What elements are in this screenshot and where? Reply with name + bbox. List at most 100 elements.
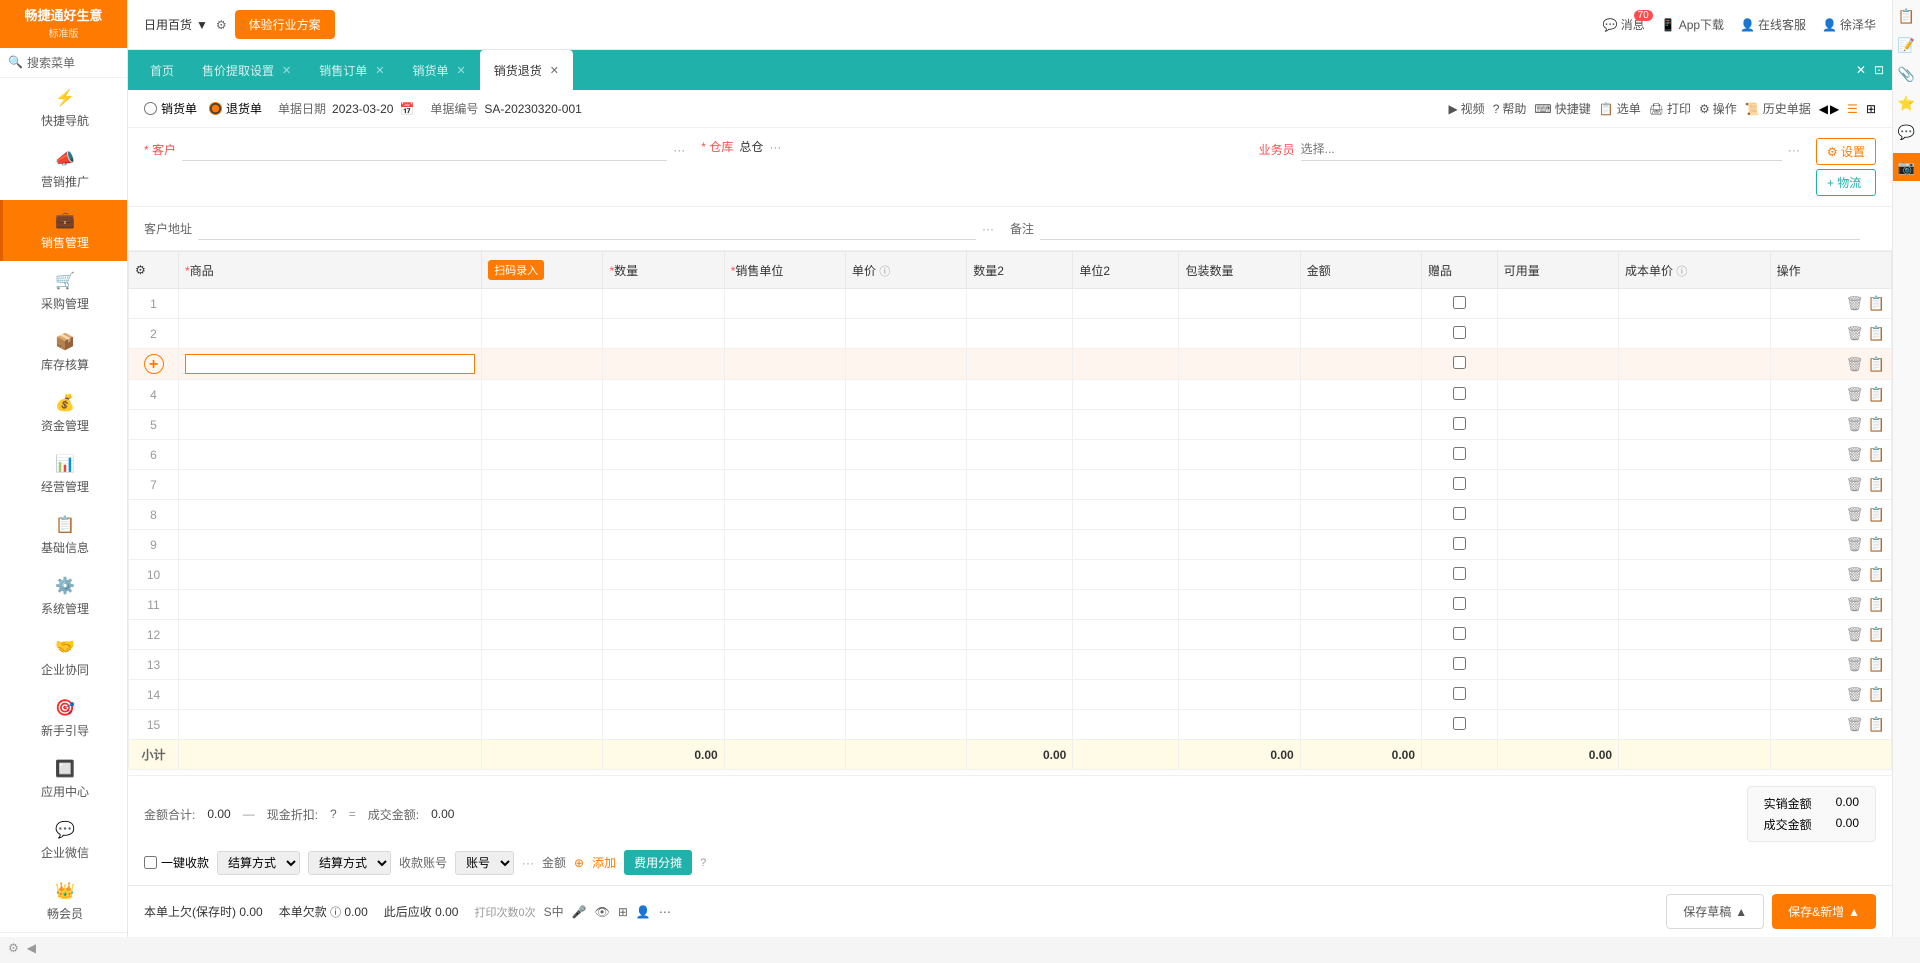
available-cell[interactable] <box>1497 680 1618 710</box>
eye-icon[interactable]: 👁 <box>595 905 610 919</box>
list-view-icon[interactable]: ⊞ <box>1866 102 1876 116</box>
gift-checkbox[interactable] <box>1453 296 1466 309</box>
unit-price-cell[interactable] <box>845 440 966 470</box>
copy-row-btn[interactable]: 📋 <box>1868 295 1885 312</box>
copy-row-btn[interactable]: 📋 <box>1868 416 1885 433</box>
gift-cell[interactable] <box>1422 380 1498 410</box>
unit-price-cell[interactable] <box>845 620 966 650</box>
draft-dropdown-icon[interactable]: ▲ <box>1735 905 1747 919</box>
shortcut-btn[interactable]: ⌨ 快捷键 <box>1534 100 1590 117</box>
sales-unit-cell[interactable] <box>724 470 845 500</box>
gift-checkbox[interactable] <box>1453 447 1466 460</box>
qty-cell[interactable] <box>603 470 724 500</box>
delete-row-btn[interactable]: 🗑 <box>1846 716 1864 733</box>
amount-cell[interactable] <box>1300 319 1421 349</box>
available-cell[interactable] <box>1497 530 1618 560</box>
unit-price-cell[interactable] <box>845 500 966 530</box>
copy-row-btn[interactable]: 📋 <box>1868 446 1885 463</box>
sidebar-item-purchase[interactable]: 🛒 采购管理 <box>0 261 127 322</box>
qty-cell[interactable] <box>603 650 724 680</box>
cost-unit-cell[interactable] <box>1619 680 1771 710</box>
account-select[interactable]: 账号 <box>455 851 514 875</box>
unit-price-cell[interactable] <box>845 349 966 380</box>
calendar-icon[interactable]: 📅 <box>399 102 414 116</box>
tab-sales-order[interactable]: 销售订单 ✕ <box>305 50 398 90</box>
message-btn[interactable]: 💬 消息 70 <box>1603 16 1645 33</box>
prev-icon[interactable]: ◀ <box>1819 102 1828 116</box>
product-cell[interactable] <box>179 319 482 349</box>
right-icon-2[interactable]: 📝 <box>1898 37 1915 54</box>
qty-cell[interactable] <box>603 380 724 410</box>
cost-unit-cell[interactable] <box>1619 620 1771 650</box>
delete-row-btn[interactable]: 🗑 <box>1846 295 1864 312</box>
cost-unit-cell[interactable] <box>1619 710 1771 740</box>
delete-row-btn[interactable]: 🗑 <box>1846 626 1864 643</box>
gift-cell[interactable] <box>1422 650 1498 680</box>
cost-info-icon[interactable]: ⓘ <box>1676 266 1687 278</box>
cost-unit-cell[interactable] <box>1619 289 1771 319</box>
qty2-cell[interactable] <box>967 620 1073 650</box>
calc-select[interactable]: 结算方式 <box>308 851 391 875</box>
right-icon-5[interactable]: 💬 <box>1898 124 1915 141</box>
unit2-cell[interactable] <box>1073 289 1179 319</box>
product-cell[interactable] <box>179 410 482 440</box>
experience-btn[interactable]: 体验行业方案 <box>235 10 335 39</box>
pack-qty-cell[interactable] <box>1179 380 1300 410</box>
gift-cell[interactable] <box>1422 470 1498 500</box>
unit2-cell[interactable] <box>1073 680 1179 710</box>
amount-cell[interactable] <box>1300 440 1421 470</box>
gift-cell[interactable] <box>1422 590 1498 620</box>
qty2-cell[interactable] <box>967 590 1073 620</box>
one-click-checkbox[interactable] <box>144 856 157 869</box>
print-btn[interactable]: 🖨 打印 <box>1649 100 1691 117</box>
sidebar-item-base[interactable]: 📋 基础信息 <box>0 505 127 566</box>
radio-sales-input[interactable] <box>144 102 157 115</box>
sidebar-item-finance[interactable]: 💰 资金管理 <box>0 383 127 444</box>
sales-unit-cell[interactable] <box>724 620 845 650</box>
sales-unit-cell[interactable] <box>724 560 845 590</box>
cost-unit-cell[interactable] <box>1619 349 1771 380</box>
unit-price-cell[interactable] <box>845 530 966 560</box>
available-cell[interactable] <box>1497 590 1618 620</box>
copy-row-btn[interactable]: 📋 <box>1868 716 1885 733</box>
add-row-btn[interactable]: + <box>144 354 164 374</box>
one-click-collect-check[interactable]: 一键收款 <box>144 854 209 871</box>
qty2-cell[interactable] <box>967 380 1073 410</box>
cost-unit-cell[interactable] <box>1619 560 1771 590</box>
gift-cell[interactable] <box>1422 500 1498 530</box>
available-cell[interactable] <box>1497 560 1618 590</box>
unit2-cell[interactable] <box>1073 470 1179 500</box>
pack-qty-cell[interactable] <box>1179 410 1300 440</box>
unit-price-cell[interactable] <box>845 680 966 710</box>
unit2-cell[interactable] <box>1073 650 1179 680</box>
qty2-cell[interactable] <box>967 650 1073 680</box>
pack-qty-cell[interactable] <box>1179 620 1300 650</box>
sidebar-item-corp[interactable]: 🤝 企业协同 <box>0 627 127 688</box>
unit2-cell[interactable] <box>1073 620 1179 650</box>
gift-cell[interactable] <box>1422 440 1498 470</box>
available-cell[interactable] <box>1497 440 1618 470</box>
sales-unit-cell[interactable] <box>724 289 845 319</box>
delete-row-btn[interactable]: 🗑 <box>1846 356 1864 373</box>
unit2-cell[interactable] <box>1073 410 1179 440</box>
remark-input[interactable] <box>1040 217 1860 240</box>
product-cell[interactable] <box>179 349 482 380</box>
qty-cell[interactable] <box>603 289 724 319</box>
sidebar-item-wechat[interactable]: 💬 企业微信 <box>0 810 127 871</box>
product-cell[interactable] <box>179 380 482 410</box>
qty2-cell[interactable] <box>967 410 1073 440</box>
qty-cell[interactable] <box>603 500 724 530</box>
pack-qty-cell[interactable] <box>1179 349 1300 380</box>
sales-unit-cell[interactable] <box>724 680 845 710</box>
copy-row-btn[interactable]: 📋 <box>1868 686 1885 703</box>
amount-cell[interactable] <box>1300 410 1421 440</box>
barcode-btn[interactable]: 扫码录入 <box>488 260 544 280</box>
gift-checkbox[interactable] <box>1453 657 1466 670</box>
pack-qty-cell[interactable] <box>1179 289 1300 319</box>
radio-returns[interactable]: 退货单 <box>209 100 262 117</box>
help-btn[interactable]: ? 帮助 <box>1493 100 1527 117</box>
available-cell[interactable] <box>1497 410 1618 440</box>
radio-returns-input[interactable] <box>209 102 222 115</box>
unit-price-cell[interactable] <box>845 289 966 319</box>
online-service-btn[interactable]: 👤 在线客服 <box>1740 16 1806 33</box>
